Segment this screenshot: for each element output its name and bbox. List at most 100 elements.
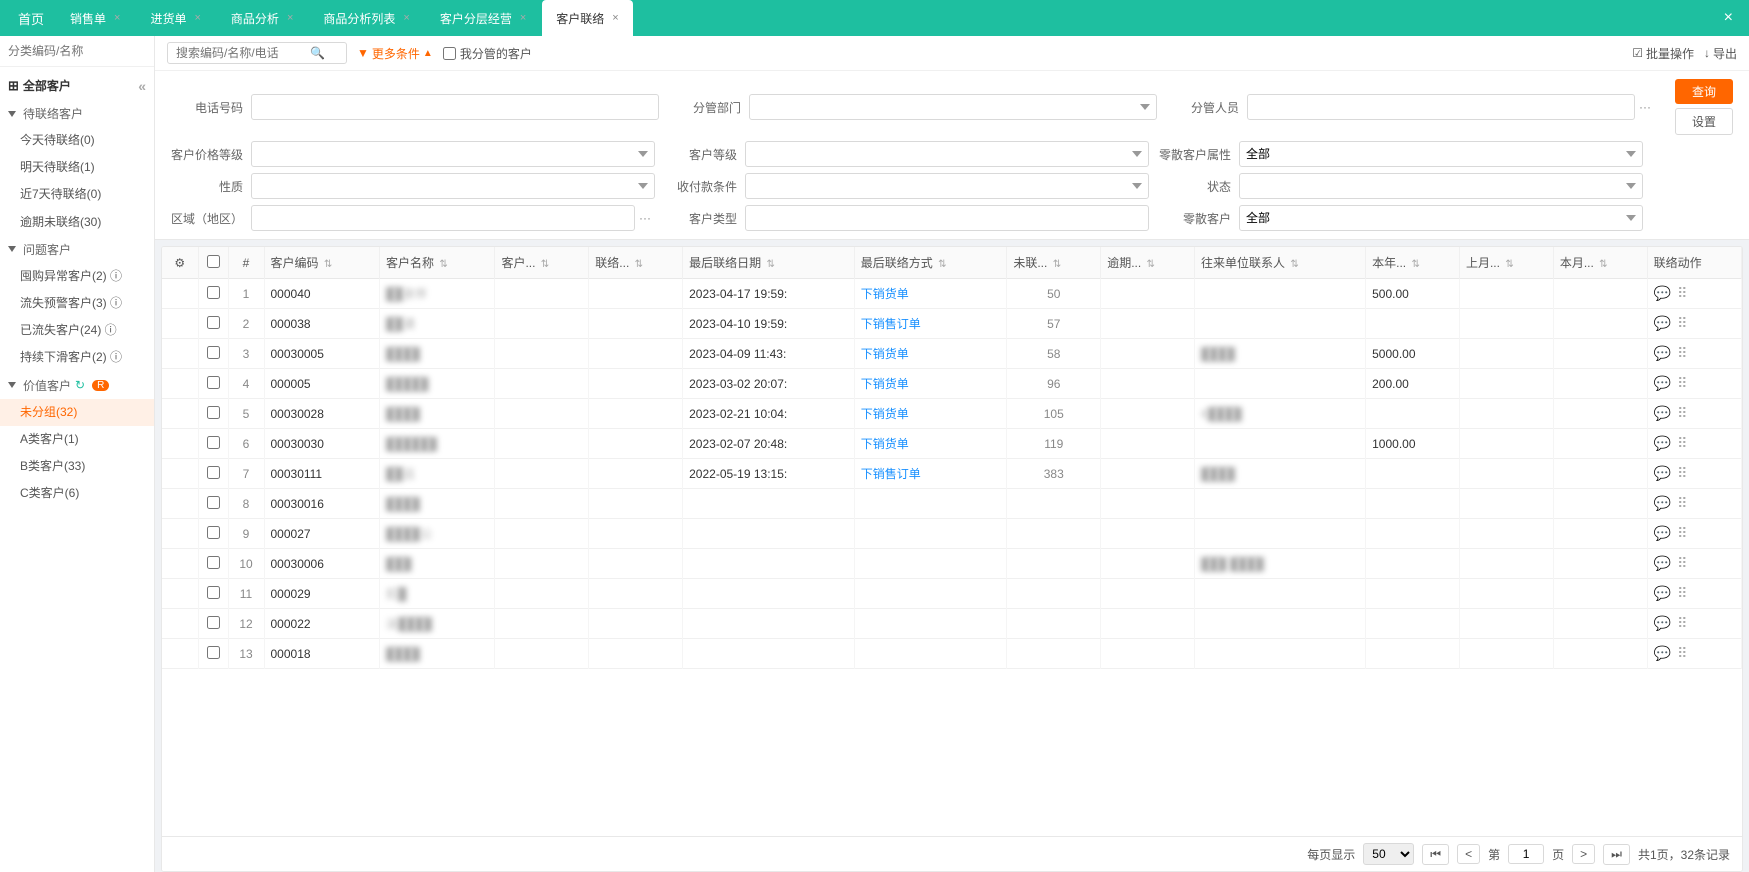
grid-action-icon[interactable]: ⠿ — [1677, 285, 1687, 302]
my-customers-check[interactable] — [443, 47, 456, 60]
page-input[interactable] — [1508, 844, 1544, 864]
tab-purchase-order[interactable]: 进货单 × — [136, 0, 214, 36]
filter-price-level-select[interactable] — [251, 141, 655, 167]
more-conditions-btn[interactable]: ▼ 更多条件 ▲ — [357, 45, 433, 62]
type-col-header[interactable]: 客户... ⇅ — [495, 247, 589, 279]
filter-payment-select[interactable] — [745, 173, 1149, 199]
reset-btn[interactable]: 设置 — [1675, 108, 1733, 135]
row-checkbox-cell[interactable] — [198, 399, 228, 429]
row-checkbox-cell[interactable] — [198, 459, 228, 489]
message-icon[interactable]: 💬 — [1654, 525, 1671, 542]
row-checkbox[interactable] — [207, 526, 220, 539]
this-month-col-header[interactable]: 本月... ⇅ — [1553, 247, 1647, 279]
row-checkbox-cell[interactable] — [198, 519, 228, 549]
message-icon[interactable]: 💬 — [1654, 645, 1671, 662]
sidebar-item-lost[interactable]: 已流失客户(24) ⓘ — [0, 317, 154, 344]
grid-action-icon[interactable]: ⠿ — [1677, 375, 1687, 392]
contact-method-link[interactable]: 下销货单 — [861, 347, 909, 361]
batch-ops-btn[interactable]: ☑ 批量操作 — [1632, 45, 1694, 62]
row-last-contact-method[interactable] — [854, 609, 1007, 639]
filter-dept-select[interactable] — [749, 94, 1157, 120]
filter-retail-customer-select[interactable]: 全部 — [1239, 205, 1643, 231]
row-last-contact-method[interactable] — [854, 549, 1007, 579]
sidebar-item-class-c[interactable]: C类客户(6) — [0, 480, 154, 507]
row-checkbox-cell[interactable] — [198, 639, 228, 669]
row-checkbox-cell[interactable] — [198, 339, 228, 369]
row-last-contact-method[interactable] — [854, 579, 1007, 609]
row-last-contact-method[interactable] — [854, 489, 1007, 519]
row-checkbox-cell[interactable] — [198, 369, 228, 399]
row-checkbox[interactable] — [207, 376, 220, 389]
message-icon[interactable]: 💬 — [1654, 285, 1671, 302]
contact-method-link[interactable]: 下销货单 — [861, 407, 909, 421]
tab-product-analysis[interactable]: 商品分析 × — [217, 0, 307, 36]
filter-customer-type-input[interactable] — [745, 205, 1149, 231]
grid-action-icon[interactable]: ⠿ — [1677, 585, 1687, 602]
message-icon[interactable]: 💬 — [1654, 405, 1671, 422]
grid-action-icon[interactable]: ⠿ — [1677, 495, 1687, 512]
contact-method-link[interactable]: 下销售订单 — [861, 317, 921, 331]
grid-action-icon[interactable]: ⠿ — [1677, 405, 1687, 422]
filter-region-more[interactable]: ··· — [635, 211, 655, 225]
tab-sales-order[interactable]: 销售单 × — [56, 0, 134, 36]
row-last-contact-method[interactable]: 下销货单 — [854, 369, 1007, 399]
tab-product-analysis-list[interactable]: 商品分析列表 × — [309, 0, 423, 36]
tab-customer-segment[interactable]: 客户分层经营 × — [426, 0, 540, 36]
row-last-contact-method[interactable]: 下销售订单 — [854, 459, 1007, 489]
grid-action-icon[interactable]: ⠿ — [1677, 315, 1687, 332]
row-checkbox[interactable] — [207, 586, 220, 599]
filter-status-select[interactable] — [1239, 173, 1643, 199]
sidebar-item-abnormal[interactable]: 囤购异常客户(2) ⓘ — [0, 263, 154, 290]
contact-method-link[interactable]: 下销货单 — [861, 437, 909, 451]
grid-action-icon[interactable]: ⠿ — [1677, 435, 1687, 452]
no-contact-days-col-header[interactable]: 未联... ⇅ — [1007, 247, 1101, 279]
message-icon[interactable]: 💬 — [1654, 585, 1671, 602]
row-checkbox-cell[interactable] — [198, 309, 228, 339]
sidebar-item-today[interactable]: 今天待联络(0) — [0, 127, 154, 154]
select-all-checkbox[interactable] — [207, 255, 220, 268]
filter-retail-attr-select[interactable]: 全部 — [1239, 141, 1643, 167]
close-all-tabs[interactable]: × — [1716, 9, 1741, 27]
row-checkbox[interactable] — [207, 496, 220, 509]
grid-action-icon[interactable]: ⠿ — [1677, 555, 1687, 572]
grid-action-icon[interactable]: ⠿ — [1677, 465, 1687, 482]
sidebar-item-7days[interactable]: 近7天待联络(0) — [0, 181, 154, 208]
sidebar-item-overdue[interactable]: 逾期未联络(30) — [0, 209, 154, 236]
close-product-analysis-list-tab[interactable]: × — [403, 12, 409, 24]
row-checkbox[interactable] — [207, 316, 220, 329]
my-customers-checkbox[interactable]: 我分管的客户 — [443, 45, 532, 62]
filter-customer-level-select[interactable] — [745, 141, 1149, 167]
last-month-col-header[interactable]: 上月... ⇅ — [1459, 247, 1553, 279]
message-icon[interactable]: 💬 — [1654, 555, 1671, 572]
next-page-btn[interactable]: > — [1572, 844, 1595, 864]
search-input[interactable] — [176, 46, 306, 60]
sidebar-group-value[interactable]: 价值客户 ↻ R — [0, 372, 154, 399]
grid-action-icon[interactable]: ⠿ — [1677, 645, 1687, 662]
row-last-contact-method[interactable]: 下销售订单 — [854, 309, 1007, 339]
row-last-contact-method[interactable]: 下销货单 — [854, 339, 1007, 369]
sidebar-all-customers[interactable]: ⊞ 全部客户 « — [0, 71, 154, 100]
message-icon[interactable]: 💬 — [1654, 375, 1671, 392]
page-size-select[interactable]: 50 100 200 — [1363, 843, 1414, 865]
last-page-btn[interactable]: ⏭ — [1603, 844, 1630, 865]
contact-person-col-header[interactable]: 往来单位联系人 ⇅ — [1195, 247, 1366, 279]
message-icon[interactable]: 💬 — [1654, 345, 1671, 362]
row-checkbox-cell[interactable] — [198, 489, 228, 519]
sidebar-item-class-b[interactable]: B类客户(33) — [0, 453, 154, 480]
row-checkbox-cell[interactable] — [198, 429, 228, 459]
close-customer-segment-tab[interactable]: × — [520, 12, 526, 24]
query-btn[interactable]: 查询 — [1675, 79, 1733, 104]
last-contact-method-col-header[interactable]: 最后联络方式 ⇅ — [854, 247, 1007, 279]
row-last-contact-method[interactable] — [854, 639, 1007, 669]
row-checkbox[interactable] — [207, 466, 220, 479]
row-checkbox[interactable] — [207, 436, 220, 449]
sidebar-group-pending[interactable]: 待联络客户 — [0, 100, 154, 127]
filter-manager-input[interactable] — [1247, 94, 1635, 120]
first-page-btn[interactable]: ⏮ — [1422, 844, 1449, 865]
row-checkbox[interactable] — [207, 346, 220, 359]
row-checkbox[interactable] — [207, 646, 220, 659]
filter-manager-more[interactable]: ··· — [1635, 100, 1655, 114]
row-checkbox-cell[interactable] — [198, 279, 228, 309]
checkbox-col-header[interactable] — [198, 247, 228, 279]
row-last-contact-method[interactable]: 下销货单 — [854, 429, 1007, 459]
